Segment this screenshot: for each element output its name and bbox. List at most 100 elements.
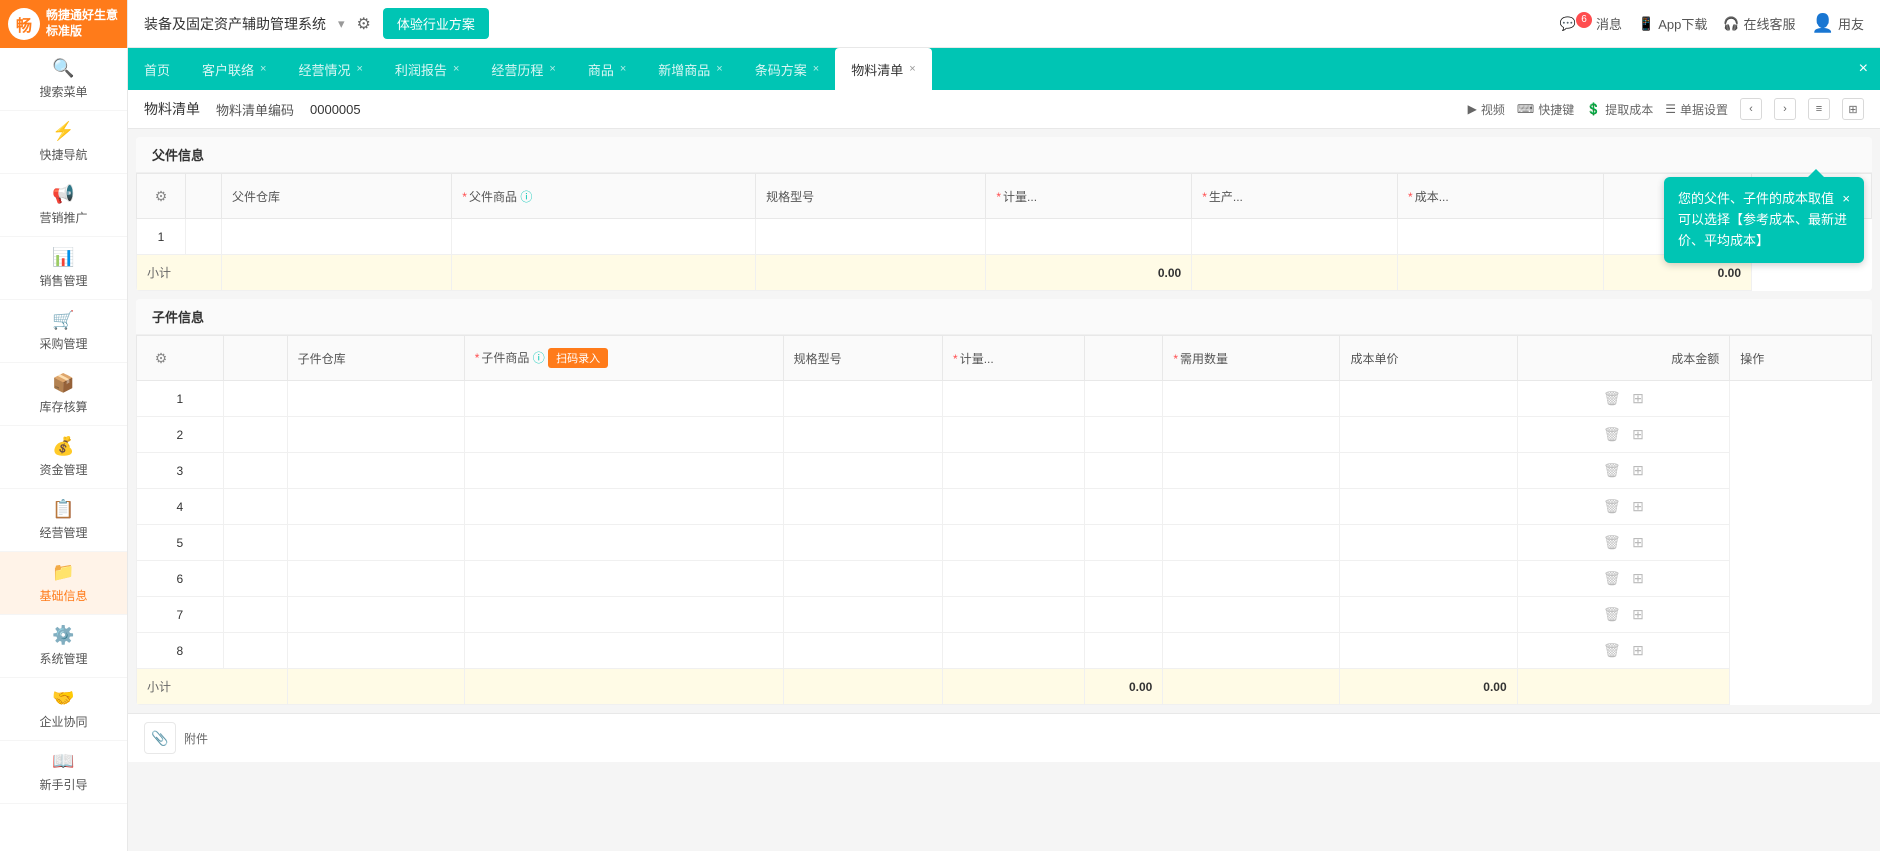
sidebar-item-quick-nav[interactable]: ⚡ 快捷导航 bbox=[0, 111, 127, 174]
child-row6-spec[interactable] bbox=[464, 561, 783, 597]
sidebar-item-sales[interactable]: 📊 销售管理 bbox=[0, 237, 127, 300]
child-row3-quantity[interactable] bbox=[1084, 453, 1163, 489]
tab-bom[interactable]: 物料清单 × bbox=[835, 48, 931, 90]
child-row8-warehouse[interactable] bbox=[223, 633, 287, 669]
message-btn[interactable]: 💬 6 消息 bbox=[1560, 14, 1622, 33]
parent-row1-goods[interactable] bbox=[222, 219, 452, 255]
tab-customer-close[interactable]: × bbox=[260, 63, 266, 75]
child-row8-spec[interactable] bbox=[464, 633, 783, 669]
sidebar-item-enterprise[interactable]: 🤝 企业协同 bbox=[0, 678, 127, 741]
nav-expand-btn[interactable]: ⊞ bbox=[1842, 98, 1864, 120]
nav-list-btn[interactable]: ≡ bbox=[1808, 98, 1830, 120]
copy-row2-btn[interactable]: ⊞ bbox=[1628, 424, 1648, 445]
tab-new-goods[interactable]: 新增商品 × bbox=[642, 48, 738, 90]
delete-row6-btn[interactable]: 🗑 bbox=[1599, 568, 1625, 589]
tab-profit[interactable]: 利润报告 × bbox=[379, 48, 475, 90]
child-row2-spec[interactable] bbox=[464, 417, 783, 453]
tab-history[interactable]: 经营历程 × bbox=[475, 48, 571, 90]
copy-row1-btn[interactable]: ⊞ bbox=[1628, 388, 1648, 409]
child-row4-warehouse[interactable] bbox=[223, 489, 287, 525]
child-row2-quantity[interactable] bbox=[1084, 417, 1163, 453]
scan-input-btn[interactable]: 扫码录入 bbox=[548, 348, 608, 368]
child-row6-unit[interactable] bbox=[783, 561, 942, 597]
copy-row6-btn[interactable]: ⊞ bbox=[1628, 568, 1648, 589]
delete-row2-btn[interactable]: 🗑 bbox=[1599, 424, 1625, 445]
delete-row5-btn[interactable]: 🗑 bbox=[1599, 532, 1625, 553]
sidebar-item-inventory[interactable]: 📦 库存核算 bbox=[0, 363, 127, 426]
sidebar-item-operations[interactable]: 📋 经营管理 bbox=[0, 489, 127, 552]
tab-operations[interactable]: 经营情况 × bbox=[282, 48, 378, 90]
child-row3-unit-cost[interactable] bbox=[1163, 453, 1340, 489]
parent-row1-cost[interactable] bbox=[1192, 219, 1398, 255]
dropdown-arrow-icon[interactable]: ▾ bbox=[338, 16, 345, 32]
sidebar-item-finance[interactable]: 💰 资金管理 bbox=[0, 426, 127, 489]
tab-bom-close[interactable]: × bbox=[909, 63, 915, 75]
copy-row8-btn[interactable]: ⊞ bbox=[1628, 640, 1648, 661]
nav-prev-btn[interactable]: ‹ bbox=[1740, 98, 1762, 120]
child-row3-unit[interactable] bbox=[783, 453, 942, 489]
nav-next-btn[interactable]: › bbox=[1774, 98, 1796, 120]
child-row2-unit-cost[interactable] bbox=[1163, 417, 1340, 453]
single-settings-btn[interactable]: ☰ 单据设置 bbox=[1665, 101, 1728, 118]
delete-row7-btn[interactable]: 🗑 bbox=[1599, 604, 1625, 625]
child-row4-unit[interactable] bbox=[783, 489, 942, 525]
child-row2-warehouse[interactable] bbox=[223, 417, 287, 453]
child-row1-goods[interactable] bbox=[287, 381, 464, 417]
child-row6-unit-cost[interactable] bbox=[1163, 561, 1340, 597]
child-row1-unit[interactable] bbox=[783, 381, 942, 417]
child-row1-quantity[interactable] bbox=[1084, 381, 1163, 417]
settings-gear-icon[interactable]: ⚙ bbox=[357, 14, 371, 34]
copy-row5-btn[interactable]: ⊞ bbox=[1628, 532, 1648, 553]
child-row7-unit-cost[interactable] bbox=[1163, 597, 1340, 633]
child-row6-goods[interactable] bbox=[287, 561, 464, 597]
trial-btn[interactable]: 体验行业方案 bbox=[383, 8, 489, 39]
child-row7-warehouse[interactable] bbox=[223, 597, 287, 633]
tab-profit-close[interactable]: × bbox=[453, 63, 459, 75]
tab-home[interactable]: 首页 bbox=[128, 48, 186, 90]
child-row2-unit[interactable] bbox=[783, 417, 942, 453]
app-download-btn[interactable]: 📱 App下载 bbox=[1638, 14, 1707, 33]
child-row1-warehouse[interactable] bbox=[223, 381, 287, 417]
tab-history-close[interactable]: × bbox=[549, 63, 555, 75]
user-menu[interactable]: 👤 用友 bbox=[1812, 13, 1864, 34]
sidebar-item-system[interactable]: ⚙️ 系统管理 bbox=[0, 615, 127, 678]
child-row3-goods[interactable] bbox=[287, 453, 464, 489]
child-row8-unit[interactable] bbox=[783, 633, 942, 669]
child-row5-goods[interactable] bbox=[287, 525, 464, 561]
child-row6-quantity[interactable] bbox=[1084, 561, 1163, 597]
child-row7-unit[interactable] bbox=[783, 597, 942, 633]
child-row5-spec[interactable] bbox=[464, 525, 783, 561]
tabbar-close-all-btn[interactable]: × bbox=[1847, 60, 1880, 78]
tab-new-goods-close[interactable]: × bbox=[716, 63, 722, 75]
sidebar-item-basic-info[interactable]: 📁 基础信息 bbox=[0, 552, 127, 615]
child-row7-spec[interactable] bbox=[464, 597, 783, 633]
shortcut-btn[interactable]: ⌨ 快捷键 bbox=[1517, 101, 1574, 118]
delete-row1-btn[interactable]: 🗑 bbox=[1599, 388, 1625, 409]
tab-goods[interactable]: 商品 × bbox=[572, 48, 642, 90]
tab-barcode-close[interactable]: × bbox=[813, 63, 819, 75]
child-row6-warehouse[interactable] bbox=[223, 561, 287, 597]
child-row1-spec[interactable] bbox=[464, 381, 783, 417]
sidebar-item-guide[interactable]: 📖 新手引导 bbox=[0, 741, 127, 804]
tab-barcode[interactable]: 条码方案 × bbox=[739, 48, 835, 90]
extract-cost-btn[interactable]: 💲 提取成本 bbox=[1586, 101, 1653, 118]
attachment-btn[interactable]: 📎 bbox=[144, 722, 176, 754]
child-row4-unit-cost[interactable] bbox=[1163, 489, 1340, 525]
parent-col-settings-icon[interactable]: ⚙ bbox=[147, 182, 175, 210]
sidebar-item-search[interactable]: 🔍 搜索菜单 bbox=[0, 48, 127, 111]
child-row8-quantity[interactable] bbox=[1084, 633, 1163, 669]
copy-row7-btn[interactable]: ⊞ bbox=[1628, 604, 1648, 625]
parent-row1-production[interactable] bbox=[986, 219, 1192, 255]
parent-row1-unit[interactable] bbox=[756, 219, 986, 255]
child-col-settings-icon[interactable]: ⚙ bbox=[147, 344, 175, 372]
tab-goods-close[interactable]: × bbox=[620, 63, 626, 75]
delete-row3-btn[interactable]: 🗑 bbox=[1599, 460, 1625, 481]
delete-row4-btn[interactable]: 🗑 bbox=[1599, 496, 1625, 517]
child-row5-unit[interactable] bbox=[783, 525, 942, 561]
child-row7-goods[interactable] bbox=[287, 597, 464, 633]
child-row8-unit-cost[interactable] bbox=[1163, 633, 1340, 669]
delete-row8-btn[interactable]: 🗑 bbox=[1599, 640, 1625, 661]
copy-row4-btn[interactable]: ⊞ bbox=[1628, 496, 1648, 517]
sidebar-item-purchase[interactable]: 🛒 采购管理 bbox=[0, 300, 127, 363]
tooltip-close-btn[interactable]: × bbox=[1842, 189, 1850, 210]
